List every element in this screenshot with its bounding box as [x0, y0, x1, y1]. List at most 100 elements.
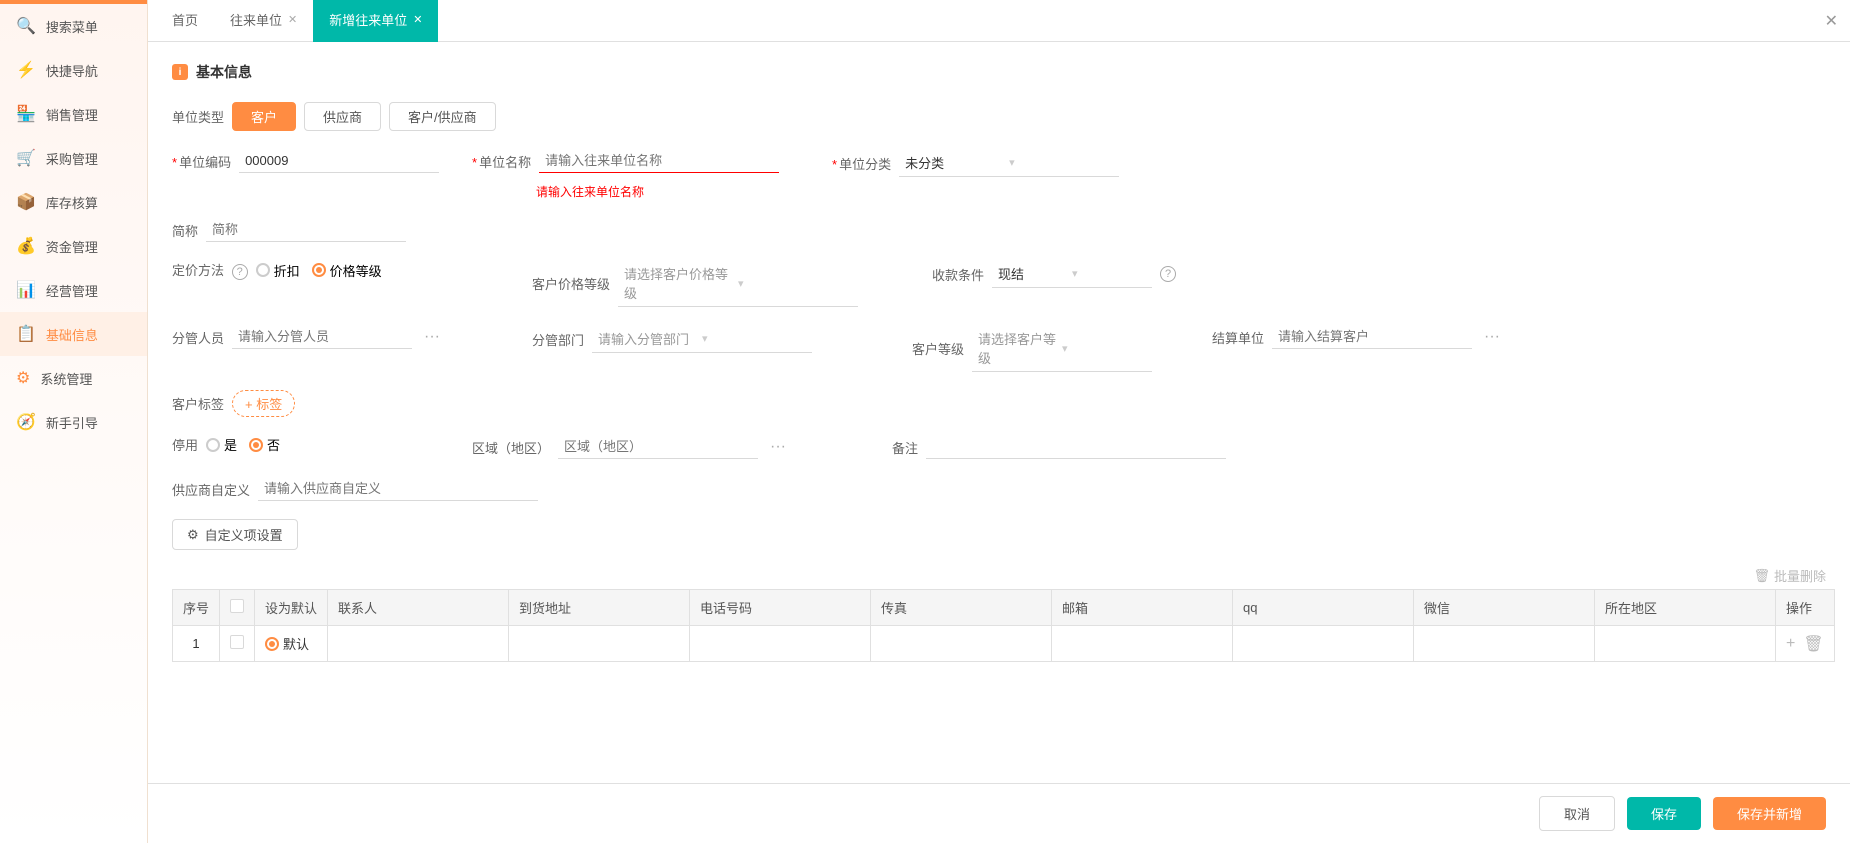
disable-no-radio[interactable]: 否: [249, 435, 280, 454]
tab-new-trading-unit-close[interactable]: ✕: [413, 13, 422, 26]
manager-dots-btn[interactable]: ···: [420, 328, 444, 346]
unit-name-input[interactable]: [539, 149, 779, 173]
cell-default: 默认: [255, 626, 328, 662]
payment-help-icon[interactable]: ?: [1160, 266, 1176, 282]
pricing-discount-radio[interactable]: 折扣: [256, 261, 300, 280]
default-radio[interactable]: [265, 637, 279, 651]
col-ops: 操作: [1776, 590, 1835, 626]
tab-trading-units-close[interactable]: ✕: [288, 13, 297, 26]
sidebar-item-quick-nav[interactable]: ⚡ 快捷导航: [0, 48, 147, 92]
disable-region-row: 停用 是 否 区域（地区） ··· 备注: [172, 435, 1826, 459]
payment-terms-select[interactable]: 现结 ▾: [992, 260, 1152, 288]
cell-region: [1595, 626, 1776, 662]
region-dots-btn[interactable]: ···: [766, 438, 790, 456]
col-qq: qq: [1233, 590, 1414, 626]
dept-select[interactable]: 请输入分管部门 ▾: [592, 325, 812, 353]
sidebar-item-system[interactable]: ⚙ 系统管理: [0, 356, 147, 400]
row-region-input[interactable]: [1605, 632, 1765, 655]
section-title: i 基本信息: [172, 62, 1826, 82]
unit-type-field: 单位类型 客户 供应商 客户/供应商: [172, 102, 1826, 131]
cell-address: [509, 626, 690, 662]
sidebar-item-basic-info[interactable]: 📋 基础信息: [0, 312, 147, 356]
cell-checkbox: [220, 626, 255, 662]
save-new-button[interactable]: 保存并新增: [1713, 797, 1826, 830]
settlement-input[interactable]: [1272, 325, 1472, 349]
tab-trading-units[interactable]: 往来单位 ✕: [214, 0, 313, 42]
col-phone: 电话号码: [690, 590, 871, 626]
sidebar-item-label: 基础信息: [46, 325, 98, 344]
fax-input[interactable]: [881, 632, 1041, 655]
clipboard-icon: 📋: [16, 324, 36, 344]
add-row-btn[interactable]: +: [1786, 635, 1795, 653]
tag-btn-label: + 标签: [245, 394, 282, 413]
settlement-dots-btn[interactable]: ···: [1480, 328, 1504, 346]
tab-home[interactable]: 首页: [156, 0, 214, 42]
select-all-checkbox[interactable]: [230, 599, 244, 613]
address-input[interactable]: [519, 632, 679, 655]
tab-home-label: 首页: [172, 10, 198, 29]
unit-code-label: *单位编码: [172, 152, 231, 171]
unit-type-both-btn[interactable]: 客户/供应商: [389, 102, 496, 131]
customer-tag-label: 客户标签: [172, 394, 224, 413]
manager-input[interactable]: [232, 325, 412, 349]
region-field: 区域（地区） ···: [472, 435, 892, 459]
tab-bar-close-all[interactable]: ✕: [1825, 11, 1838, 31]
short-name-row: 简称: [172, 218, 1826, 242]
phone-input[interactable]: [700, 632, 860, 655]
region-input[interactable]: [558, 435, 758, 459]
cancel-button[interactable]: 取消: [1539, 796, 1615, 831]
contact-input[interactable]: [338, 632, 498, 655]
custom-settings-button[interactable]: ⚙ 自定义项设置: [172, 519, 298, 550]
lightning-icon: ⚡: [16, 60, 36, 80]
sidebar-item-search[interactable]: 🔍 搜索菜单: [0, 4, 147, 48]
cell-qq: [1233, 626, 1414, 662]
sidebar-item-finance[interactable]: 💰 资金管理: [0, 224, 147, 268]
remark-input[interactable]: [926, 435, 1226, 459]
customer-price-level-select[interactable]: 请选择客户价格等级 ▾: [618, 260, 858, 307]
batch-delete-label[interactable]: 批量删除: [1774, 566, 1826, 585]
pricing-row: 定价方法 ? 折扣 价格等级 客户价格等级 请选择客户价: [172, 260, 1826, 307]
unit-code-name-row: *单位编码 *单位名称 请输入往来单位名称 *单位分类 未分类 ▾: [172, 149, 1826, 200]
compass-icon: 🧭: [16, 412, 36, 432]
cell-email: [1052, 626, 1233, 662]
unit-category-label: *单位分类: [832, 154, 891, 173]
store-icon: 🏪: [16, 104, 36, 124]
chevron-down-icon-5: ▾: [1062, 342, 1146, 355]
cell-fax: [871, 626, 1052, 662]
short-name-input[interactable]: [206, 218, 406, 242]
unit-type-customer-btn[interactable]: 客户: [232, 102, 296, 131]
default-label: 默认: [283, 634, 309, 653]
unit-type-supplier-btn[interactable]: 供应商: [304, 102, 381, 131]
email-input[interactable]: [1062, 632, 1222, 655]
delete-row-btn[interactable]: 🗑: [1803, 634, 1823, 654]
sidebar-item-label: 经营管理: [46, 281, 98, 300]
supplier-custom-input[interactable]: [258, 477, 538, 501]
custom-settings-label: 自定义项设置: [205, 525, 283, 544]
tab-new-trading-unit[interactable]: 新增往来单位 ✕: [313, 0, 438, 42]
sidebar-item-guide[interactable]: 🧭 新手引导: [0, 400, 147, 444]
qq-input[interactable]: [1243, 632, 1403, 655]
box-icon: 📦: [16, 192, 36, 212]
sidebar-item-operations[interactable]: 📊 经营管理: [0, 268, 147, 312]
price-level-radio-circle: [312, 263, 326, 277]
customer-level-field: 客户等级 请选择客户等级 ▾: [912, 325, 1212, 372]
cell-seq: 1: [173, 626, 220, 662]
disable-yes-radio[interactable]: 是: [206, 435, 237, 454]
row-checkbox[interactable]: [230, 635, 244, 649]
unit-category-select[interactable]: 未分类 ▾: [899, 149, 1119, 177]
save-button[interactable]: 保存: [1627, 797, 1701, 830]
customer-level-select[interactable]: 请选择客户等级 ▾: [972, 325, 1152, 372]
col-address: 到货地址: [509, 590, 690, 626]
sidebar-item-inventory[interactable]: 📦 库存核算: [0, 180, 147, 224]
pricing-help-icon[interactable]: ?: [232, 264, 248, 280]
pricing-level-radio[interactable]: 价格等级: [312, 261, 382, 280]
unit-code-input[interactable]: [239, 149, 439, 173]
chevron-down-icon: ▾: [1009, 156, 1113, 169]
sidebar-item-purchase[interactable]: 🛒 采购管理: [0, 136, 147, 180]
unit-name-input-wrap: [539, 149, 779, 173]
sidebar-item-label: 系统管理: [40, 369, 92, 388]
wechat-input[interactable]: [1424, 632, 1584, 655]
manager-field: 分管人员 ···: [172, 325, 532, 349]
sidebar-item-sales[interactable]: 🏪 销售管理: [0, 92, 147, 136]
add-tag-button[interactable]: + 标签: [232, 390, 295, 417]
